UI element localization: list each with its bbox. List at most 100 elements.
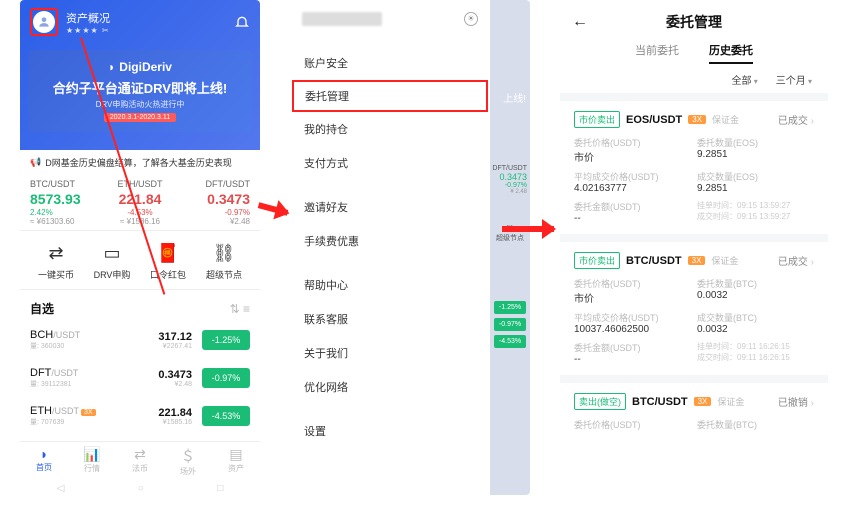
price-col-0[interactable]: BTC/USDT 8573.93 2.42% ≈ ¥61303.60	[30, 179, 103, 226]
menu-positions[interactable]: 我的持仓	[290, 112, 490, 146]
change-badge: -1.25%	[202, 330, 250, 350]
theme-toggle-icon[interactable]: ☀	[464, 12, 478, 26]
avatar-highlight-box	[30, 8, 58, 36]
side-drawer: ☀ 账户安全 委托管理 我的持仓 支付方式 邀请好友 手续费优惠 帮助中心 联系…	[290, 0, 490, 495]
dimmed-background[interactable]: 上线! DFT/USDT 0.3473 -0.97% ¥ 2.48 ⛓超级节点 …	[490, 0, 530, 495]
back-key[interactable]: ◁	[57, 483, 65, 494]
notice-text: D网基金历史偏盘结算，了解各大基金历史表现	[45, 156, 232, 169]
menu-fee-discount[interactable]: 手续费优惠	[290, 224, 490, 258]
nav-market[interactable]: 📊行情	[68, 446, 116, 477]
filter-row: 全部 三个月	[560, 64, 828, 93]
home-key[interactable]: ○	[138, 483, 144, 494]
user-info-blurred	[302, 12, 382, 26]
recent-key[interactable]: □	[217, 483, 223, 494]
menu-contact[interactable]: 联系客服	[290, 302, 490, 336]
page-title: 委托管理	[598, 12, 790, 32]
quick-actions-row: ⇄一键买币 ▭DRV申购 🧧口令红包 ⛓超级节点	[20, 231, 260, 290]
peek-pair: DFT/USDT	[490, 105, 530, 172]
avatar[interactable]	[33, 11, 55, 33]
banner-peek: 上线!	[490, 0, 530, 105]
notice-bar[interactable]: 📢 D网基金历史偏盘结算，了解各大基金历史表现	[20, 150, 260, 175]
order-status: 已成交	[778, 253, 814, 268]
leverage-badge: 3X	[694, 397, 712, 406]
tab-favorites[interactable]: 自选	[30, 300, 54, 317]
banner-subtitle: DRV申购活动火热进行中	[34, 99, 246, 110]
menu-payment[interactable]: 支付方式	[290, 146, 490, 180]
filter-period[interactable]: 三个月	[776, 72, 812, 87]
bars-icon: 📊	[68, 446, 116, 463]
peek-row-2: -4.53%	[494, 335, 526, 348]
banner-date-tag: 2020.3.1-2020.3.11	[104, 113, 176, 122]
menu-order-management[interactable]: 委托管理	[292, 80, 488, 112]
bottom-nav: ◗首页 📊行情 ⇄法币 ＄场外 ▤资产	[20, 441, 260, 481]
change-badge: -0.97%	[202, 368, 250, 388]
margin-tag: 保证金	[717, 395, 744, 408]
swap-icon: ⇄	[116, 446, 164, 463]
quick-action-1[interactable]: ▭DRV申购	[84, 243, 140, 281]
order-card-1[interactable]: 市价卖出 BTC/USDT 3X 保证金 已成交 委托价格(USDT)市价 委托…	[560, 234, 828, 375]
brand-logo-icon: ◗	[108, 60, 115, 74]
banner-headline: 合约子平台通证DRV即将上线!	[34, 78, 246, 97]
order-pair: EOS/USDT	[626, 114, 682, 126]
menu-help[interactable]: 帮助中心	[290, 268, 490, 302]
menu-about[interactable]: 关于我们	[290, 336, 490, 370]
nav-assets[interactable]: ▤资产	[212, 446, 260, 477]
market-tabs: 自选 ⇅ ≡	[20, 290, 260, 321]
exchange-icon: ⇄	[28, 243, 84, 264]
home-screen: 资产概况 ★★★★ ✂ ◗ DigiDeriv 合约子平台通证DRV即将上线! D…	[20, 0, 260, 495]
coin-icon: ＄	[164, 446, 212, 466]
leverage-badge: 3X	[688, 256, 706, 265]
order-pair: BTC/USDT	[626, 255, 682, 267]
order-type-tag: 市价卖出	[574, 111, 620, 128]
price-col-2[interactable]: DFT/USDT 0.3473 -0.97% ¥2.48	[177, 179, 250, 226]
menu-network[interactable]: 优化网络	[290, 370, 490, 404]
order-status: 已撤销	[778, 394, 814, 409]
menu-account-security[interactable]: 账户安全	[290, 46, 490, 80]
leverage-badge: 3X	[688, 115, 706, 124]
promo-banner[interactable]: ◗DigiDeriv 合约子平台通证DRV即将上线! DRV申购活动火热进行中 …	[28, 50, 252, 132]
leverage-badge: 3X	[81, 409, 96, 416]
order-tabs: 当前委托 历史委托	[560, 42, 828, 64]
home-icon: ◗	[20, 446, 68, 462]
filter-all[interactable]: 全部	[732, 72, 758, 87]
annotation-arrow-1	[258, 202, 289, 216]
quick-action-3[interactable]: ⛓超级节点	[196, 243, 252, 281]
peek-chg: -0.97%	[490, 182, 530, 189]
change-badge: -4.53%	[202, 406, 250, 426]
tab-current[interactable]: 当前委托	[635, 42, 679, 64]
header-title: 资产概况	[66, 10, 234, 26]
menu-invite[interactable]: 邀请好友	[290, 190, 490, 224]
brand-name: DigiDeriv	[119, 60, 172, 74]
menu-settings[interactable]: 设置	[290, 414, 490, 448]
market-row-2[interactable]: ETH/USDT3X量: 707639 221.84¥1585.16 -4.53…	[20, 397, 260, 435]
node-icon: ⛓	[196, 243, 252, 264]
header-stars: ★★★★ ✂	[66, 26, 234, 35]
annotation-arrow-2	[502, 226, 554, 232]
speaker-icon: 📢	[30, 157, 41, 168]
order-type-tag: 市价卖出	[574, 252, 620, 269]
sort-icon[interactable]: ⇅ ≡	[230, 302, 250, 316]
bell-icon[interactable]	[234, 14, 250, 30]
order-card-2[interactable]: 卖出(做空) BTC/USDT 3X 保证金 已撤销 委托价格(USDT) 委托…	[560, 375, 828, 441]
peek-row-1: -0.97%	[494, 318, 526, 331]
market-row-1[interactable]: DFT/USDT量: 39112381 0.3473¥2.48 -0.97%	[20, 359, 260, 397]
wallet-icon: ▤	[212, 446, 260, 463]
order-management-screen: ← 委托管理 当前委托 历史委托 全部 三个月 市价卖出 EOS/USDT 3X…	[560, 0, 828, 507]
quick-action-0[interactable]: ⇄一键买币	[28, 243, 84, 281]
margin-tag: 保证金	[711, 254, 738, 267]
peek-row-0: -1.25%	[494, 301, 526, 314]
nav-fiat[interactable]: ⇄法币	[116, 446, 164, 477]
order-status: 已成交	[778, 112, 814, 127]
tab-history[interactable]: 历史委托	[709, 42, 753, 64]
peek-cny: ¥ 2.48	[490, 189, 530, 195]
nav-home[interactable]: ◗首页	[20, 446, 68, 477]
nav-otc[interactable]: ＄场外	[164, 446, 212, 477]
order-type-tag: 卖出(做空)	[574, 393, 626, 410]
order-card-0[interactable]: 市价卖出 EOS/USDT 3X 保证金 已成交 委托价格(USDT)市价 委托…	[560, 93, 828, 234]
order-pair: BTC/USDT	[632, 396, 688, 408]
back-button[interactable]: ←	[572, 13, 588, 31]
peek-price: 0.3473	[490, 172, 530, 182]
system-nav: ◁ ○ □	[20, 481, 260, 495]
market-row-0[interactable]: BCH/USDT量: 360030 317.12¥2267.41 -1.25%	[20, 321, 260, 359]
drv-icon: ▭	[84, 243, 140, 264]
